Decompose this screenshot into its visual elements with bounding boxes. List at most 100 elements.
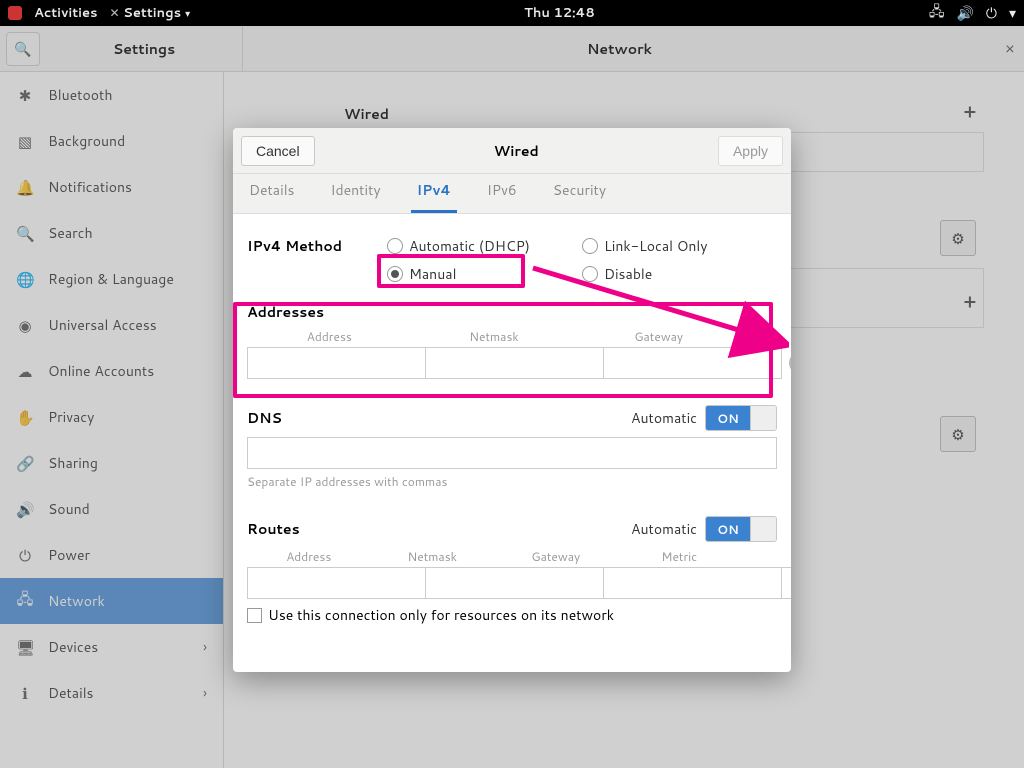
tab-identity[interactable]: Identity	[325, 170, 387, 213]
sidebar-item-label: Privacy	[48, 407, 94, 427]
radio-manual[interactable]: Manual	[387, 264, 582, 284]
gear-icon: ⚙	[951, 228, 964, 249]
gnome-top-bar: Activities Settings Thu 12:48 🖧 🔊 ⏻ ▾	[0, 0, 1024, 26]
col-netmask: Netmask	[412, 328, 577, 345]
wired-settings-gear[interactable]: ⚙	[940, 220, 976, 256]
route-netmask-input[interactable]	[426, 567, 604, 599]
apply-button[interactable]: Apply	[718, 136, 783, 166]
tab-details[interactable]: Details	[243, 170, 301, 213]
sidebar-item-universal-access[interactable]: ◉ Universal Access	[0, 302, 223, 348]
sidebar-item-icon: ☁	[16, 361, 34, 382]
only-local-checkbox[interactable]	[247, 608, 262, 623]
route-address-input[interactable]	[247, 567, 426, 599]
close-button[interactable]: ×	[996, 37, 1024, 60]
radio-disable[interactable]: Disable	[582, 264, 777, 284]
ipv4-method-label: IPv4 Method	[247, 236, 387, 256]
sidebar-item-devices[interactable]: 🖥Devices›	[0, 624, 223, 670]
sidebar-item-label: Devices	[48, 637, 98, 657]
tab-security[interactable]: Security	[547, 170, 612, 213]
sidebar-item-icon: ▧	[16, 131, 34, 152]
sidebar-item-icon: ✱	[16, 85, 34, 106]
sidebar-item-icon: ◉	[16, 315, 34, 336]
sidebar-item-icon: 🖧	[16, 588, 34, 614]
chevron-right-icon: ›	[203, 683, 207, 703]
routes-automatic-switch[interactable]: ON	[705, 516, 777, 542]
gateway-input[interactable]	[604, 347, 782, 379]
sidebar-item-icon: ⏻	[16, 545, 34, 566]
system-menu-caret-icon[interactable]: ▾	[1009, 3, 1016, 23]
sidebar-item-label: Network	[48, 591, 105, 611]
app-indicator-icon	[8, 6, 22, 20]
radio-automatic[interactable]: Automatic (DHCP)	[387, 236, 582, 256]
dialog-title: Wired	[315, 141, 718, 161]
only-local-label: Use this connection only for resources o…	[268, 605, 614, 625]
remove-address-button[interactable]: ✕	[782, 347, 791, 379]
radio-link-local[interactable]: Link-Local Only	[582, 236, 777, 256]
sidebar-item-label: Details	[48, 683, 94, 703]
sidebar-item-region-language[interactable]: 🌐Region & Language	[0, 256, 223, 302]
add-connection-button[interactable]: +	[964, 288, 976, 314]
tab-ipv6[interactable]: IPv6	[481, 170, 523, 213]
sidebar-item-icon: 🔔	[16, 177, 34, 198]
cancel-button[interactable]: Cancel	[241, 136, 315, 166]
route-metric-input[interactable]	[782, 567, 791, 599]
sidebar-item-label: Background	[48, 131, 125, 151]
dialog-tabs: Details Identity IPv4 IPv6 Security	[233, 174, 791, 214]
sidebar-item-icon: 🔗	[16, 453, 34, 474]
network-status-icon[interactable]: 🖧	[929, 1, 945, 25]
sidebar-item-details[interactable]: ℹDetails›	[0, 670, 223, 716]
dns-automatic-label: Automatic	[631, 408, 697, 428]
address-input[interactable]	[247, 347, 426, 379]
sidebar-item-notifications[interactable]: 🔔Notifications	[0, 164, 223, 210]
wired-settings-dialog: Cancel Wired Apply Details Identity IPv4…	[233, 128, 791, 672]
sidebar-item-label: Power	[48, 545, 90, 565]
col-route-metric: Metric	[618, 548, 742, 565]
sidebar-search-button[interactable]: 🔍	[6, 32, 40, 66]
settings-app-icon	[110, 4, 120, 22]
sidebar-item-label: Region & Language	[48, 269, 174, 289]
netmask-input[interactable]	[426, 347, 604, 379]
tab-ipv4[interactable]: IPv4	[411, 170, 457, 213]
addresses-title: Addresses	[247, 302, 777, 322]
panel-title: Network	[243, 39, 996, 59]
activities-button[interactable]: Activities	[34, 4, 98, 22]
settings-sidebar: ✱ Bluetooth ▧ Background 🔔Notifications🔍Sear…	[0, 72, 224, 768]
col-route-address: Address	[247, 548, 371, 565]
gear-icon: ⚙	[951, 424, 964, 445]
radio-icon	[387, 238, 403, 254]
col-gateway: Gateway	[576, 328, 741, 345]
radio-icon	[387, 266, 403, 282]
col-address: Address	[247, 328, 412, 345]
sidebar-item-bluetooth[interactable]: ✱ Bluetooth	[0, 72, 223, 118]
add-wired-button[interactable]: +	[964, 98, 976, 124]
power-icon[interactable]: ⏻	[986, 3, 997, 23]
sidebar-item-network[interactable]: 🖧 Network	[0, 578, 223, 624]
app-menu[interactable]: Settings	[110, 4, 191, 22]
sidebar-item-sharing[interactable]: 🔗 Sharing	[0, 440, 223, 486]
sidebar-item-online-accounts[interactable]: ☁ Online Accounts	[0, 348, 223, 394]
sidebar-item-label: Sound	[48, 499, 90, 519]
sidebar-item-label: Universal Access	[48, 315, 157, 335]
search-icon: 🔍	[14, 39, 31, 59]
dns-title: DNS	[247, 408, 282, 428]
sidebar-item-background[interactable]: ▧ Background	[0, 118, 223, 164]
routes-title: Routes	[247, 519, 300, 539]
sidebar-item-label: Online Accounts	[48, 361, 154, 381]
route-gateway-input[interactable]	[604, 567, 782, 599]
sidebar-item-icon: 🔊	[16, 499, 34, 520]
sidebar-item-sound[interactable]: 🔊 Sound	[0, 486, 223, 532]
connection-settings-gear[interactable]: ⚙	[940, 416, 976, 452]
sidebar-item-power[interactable]: ⏻ Power	[0, 532, 223, 578]
sidebar-item-search[interactable]: 🔍Search	[0, 210, 223, 256]
sidebar-item-label: Search	[48, 223, 93, 243]
dns-input[interactable]	[247, 437, 777, 469]
settings-title: Settings	[46, 39, 242, 59]
volume-icon[interactable]: 🔊	[956, 3, 973, 23]
sidebar-item-label: Sharing	[48, 453, 98, 473]
dns-automatic-switch[interactable]: ON	[705, 405, 777, 431]
sidebar-item-privacy[interactable]: ✋Privacy	[0, 394, 223, 440]
sidebar-item-label: Bluetooth	[48, 85, 112, 105]
clock[interactable]: Thu 12:48	[190, 4, 929, 22]
col-route-netmask: Netmask	[371, 548, 495, 565]
radio-icon	[582, 238, 598, 254]
